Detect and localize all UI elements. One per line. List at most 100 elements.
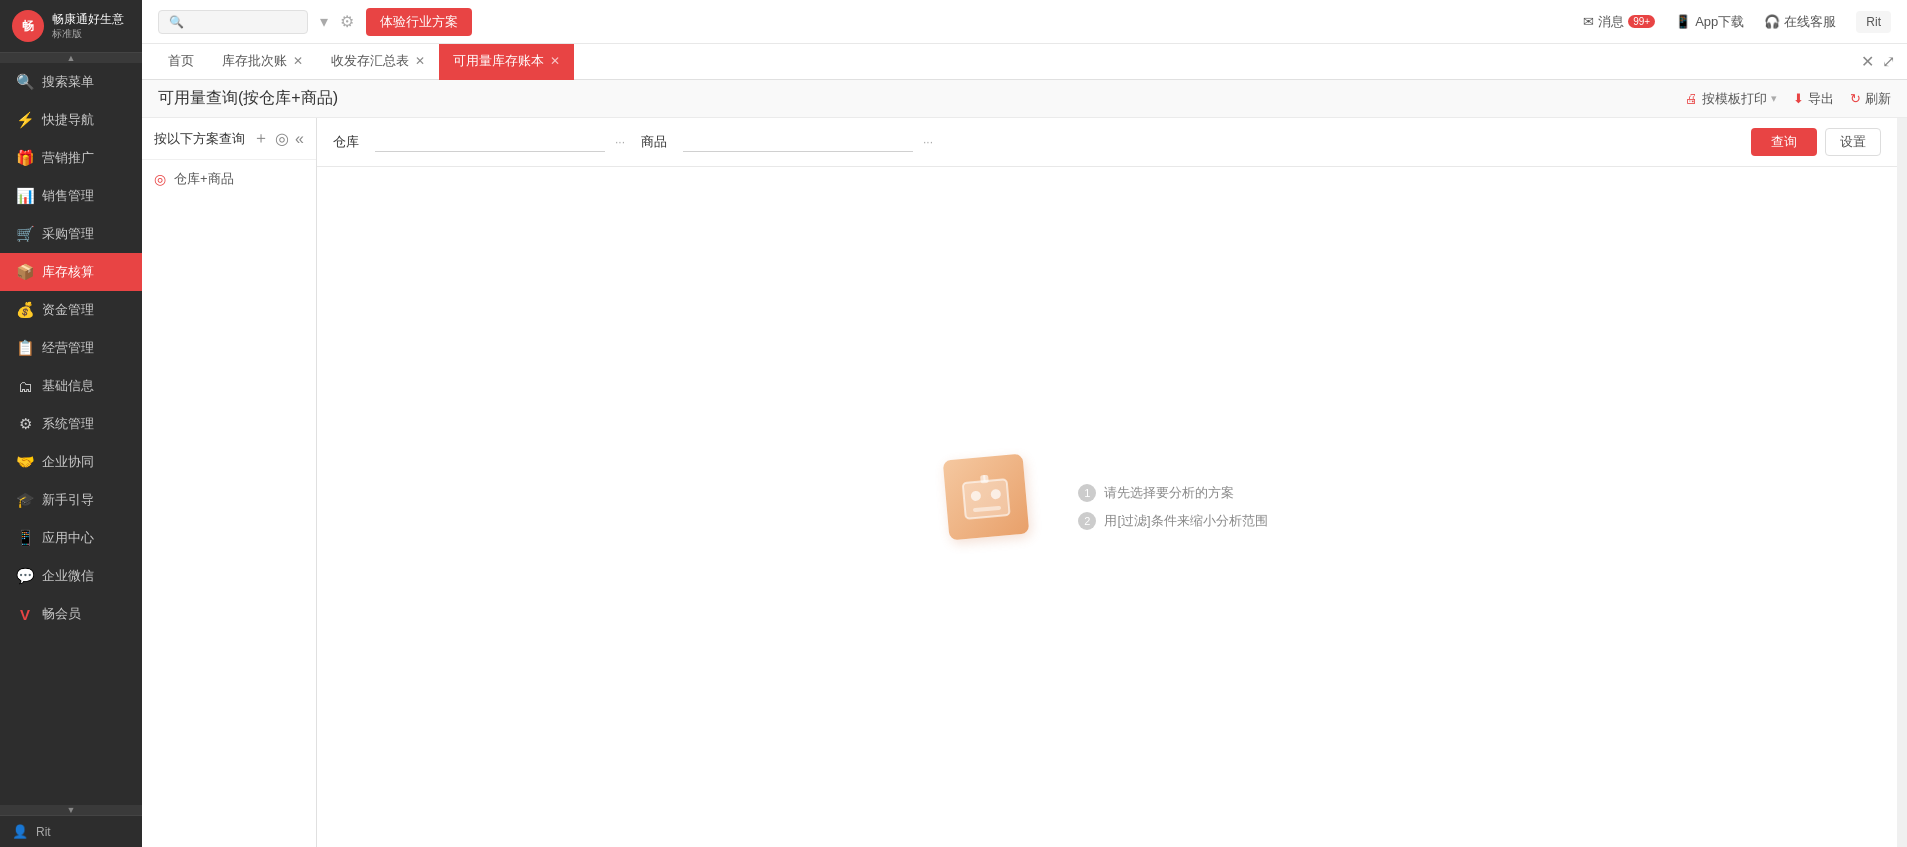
topbar: 🔍 ▾ ⚙ 体验行业方案 ✉ 消息 99+ 📱 App下载 🎧 在线客服 Rit bbox=[142, 0, 1907, 44]
scheme-panel: 按以下方案查询 ＋ ◎ « ◎ 仓库+商品 bbox=[142, 118, 317, 847]
tab-close-available[interactable]: ✕ bbox=[550, 54, 560, 68]
sidebar-item-operations[interactable]: 📋 经营管理 bbox=[0, 329, 142, 367]
topbar-right: ✉ 消息 99+ 📱 App下载 🎧 在线客服 Rit bbox=[1583, 11, 1891, 33]
svg-rect-0 bbox=[963, 479, 1010, 519]
empty-state: 1 请先选择要分析的方案 2 用[过滤]条件来缩小分析范围 bbox=[946, 457, 1267, 557]
sidebar-nav: 🔍 搜索菜单 ⚡ 快捷导航 🎁 营销推广 📊 销售管理 🛒 采购管理 📦 库存核… bbox=[0, 63, 142, 805]
tab-window-controls: ✕ ⤢ bbox=[1861, 52, 1895, 71]
tab-close-receive[interactable]: ✕ bbox=[415, 54, 425, 68]
scheme-collapse-icon[interactable]: « bbox=[295, 130, 304, 148]
sidebar-item-finance[interactable]: 💰 资金管理 bbox=[0, 291, 142, 329]
query-button[interactable]: 查询 bbox=[1751, 128, 1817, 156]
right-scrollbar[interactable] bbox=[1897, 118, 1907, 847]
finance-icon: 💰 bbox=[16, 301, 34, 319]
print-dropdown-icon[interactable]: ▾ bbox=[1771, 92, 1777, 105]
tab-close-window-icon[interactable]: ✕ bbox=[1861, 52, 1874, 71]
sidebar-scroll-down[interactable]: ▼ bbox=[0, 805, 142, 815]
content-area: 按以下方案查询 ＋ ◎ « ◎ 仓库+商品 仓库 ··· bbox=[142, 118, 1907, 847]
print-btn[interactable]: 🖨 按模板打印 ▾ bbox=[1685, 90, 1777, 108]
purchase-icon: 🛒 bbox=[16, 225, 34, 243]
tab-batch-account[interactable]: 库存批次账 ✕ bbox=[208, 44, 317, 80]
sidebar: 畅 畅康通好生意 标准版 ▲ 🔍 搜索菜单 ⚡ 快捷导航 🎁 营销推广 📊 销售… bbox=[0, 0, 142, 847]
sidebar-item-basic-info[interactable]: 🗂 基础信息 bbox=[0, 367, 142, 405]
industry-btn[interactable]: 体验行业方案 bbox=[366, 8, 472, 36]
wechat-icon: 💬 bbox=[16, 567, 34, 585]
sidebar-item-inventory[interactable]: 📦 库存核算 bbox=[0, 253, 142, 291]
member-icon: V bbox=[16, 606, 34, 623]
message-icon: ✉ bbox=[1583, 14, 1594, 29]
warehouse-more-btn[interactable]: ··· bbox=[615, 135, 625, 149]
sidebar-item-wechat[interactable]: 💬 企业微信 bbox=[0, 557, 142, 595]
scheme-add-icon[interactable]: ＋ bbox=[253, 128, 269, 149]
warehouse-input[interactable] bbox=[375, 132, 605, 152]
scheme-header-actions: ＋ ◎ « bbox=[253, 128, 304, 149]
print-icon: 🖨 bbox=[1685, 91, 1698, 106]
export-icon: ⬇ bbox=[1793, 91, 1804, 106]
tab-receive-summary[interactable]: 收发存汇总表 ✕ bbox=[317, 44, 439, 80]
page-title-bar: 可用量查询(按仓库+商品) 🖨 按模板打印 ▾ ⬇ 导出 ↻ 刷新 bbox=[142, 80, 1907, 118]
goods-more-btn[interactable]: ··· bbox=[923, 135, 933, 149]
message-btn[interactable]: ✉ 消息 99+ bbox=[1583, 13, 1655, 31]
sidebar-item-sales[interactable]: 📊 销售管理 bbox=[0, 177, 142, 215]
robot-svg bbox=[954, 464, 1019, 529]
inventory-icon: 📦 bbox=[16, 263, 34, 281]
online-service-btn[interactable]: 🎧 在线客服 bbox=[1764, 13, 1836, 31]
filter-actions: 查询 设置 bbox=[1751, 128, 1881, 156]
sidebar-item-system[interactable]: ⚙ 系统管理 bbox=[0, 405, 142, 443]
sidebar-item-enterprise[interactable]: 🤝 企业协同 bbox=[0, 443, 142, 481]
refresh-btn[interactable]: ↻ 刷新 bbox=[1850, 90, 1891, 108]
sidebar-item-guide[interactable]: 🎓 新手引导 bbox=[0, 481, 142, 519]
topbar-left: 🔍 ▾ ⚙ 体验行业方案 bbox=[158, 8, 472, 36]
filter-bar: 仓库 ··· 商品 ··· 查询 设置 bbox=[317, 118, 1897, 167]
operations-icon: 📋 bbox=[16, 339, 34, 357]
hint-item-1: 1 请先选择要分析的方案 bbox=[1078, 484, 1267, 502]
right-panel: 仓库 ··· 商品 ··· 查询 设置 bbox=[317, 118, 1897, 847]
svg-line-5 bbox=[984, 475, 985, 481]
goods-input[interactable] bbox=[683, 132, 913, 152]
empty-illustration bbox=[946, 457, 1046, 557]
sidebar-footer[interactable]: 👤 Rit bbox=[0, 815, 142, 847]
sidebar-item-quick-nav[interactable]: ⚡ 快捷导航 bbox=[0, 101, 142, 139]
scheme-item-warehouse-goods[interactable]: ◎ 仓库+商品 bbox=[142, 160, 316, 198]
sidebar-item-app-center[interactable]: 📱 应用中心 bbox=[0, 519, 142, 557]
tab-available-ledger[interactable]: 可用量库存账本 ✕ bbox=[439, 44, 574, 80]
sidebar-scroll-up[interactable]: ▲ bbox=[0, 53, 142, 63]
sidebar-logo: 畅 bbox=[12, 10, 44, 42]
empty-hints: 1 请先选择要分析的方案 2 用[过滤]条件来缩小分析范围 bbox=[1078, 484, 1267, 530]
page-actions: 🖨 按模板打印 ▾ ⬇ 导出 ↻ 刷新 bbox=[1685, 90, 1891, 108]
app-center-icon: 📱 bbox=[16, 529, 34, 547]
sidebar-item-search[interactable]: 🔍 搜索菜单 bbox=[0, 63, 142, 101]
sidebar-brand: 畅康通好生意 标准版 bbox=[52, 12, 124, 41]
sales-icon: 📊 bbox=[16, 187, 34, 205]
warehouse-goods-icon: ◎ bbox=[154, 171, 166, 187]
hint-num-2: 2 bbox=[1078, 512, 1096, 530]
settings-button[interactable]: 设置 bbox=[1825, 128, 1881, 156]
scheme-settings-icon[interactable]: ◎ bbox=[275, 129, 289, 148]
phone-icon: 📱 bbox=[1675, 14, 1691, 29]
marketing-icon: 🎁 bbox=[16, 149, 34, 167]
sidebar-item-marketing[interactable]: 🎁 营销推广 bbox=[0, 139, 142, 177]
sidebar-item-purchase[interactable]: 🛒 采购管理 bbox=[0, 215, 142, 253]
user-info[interactable]: Rit bbox=[1856, 11, 1891, 33]
app-download-btn[interactable]: 📱 App下载 bbox=[1675, 13, 1744, 31]
empty-box-icon bbox=[943, 454, 1030, 541]
tab-close-batch[interactable]: ✕ bbox=[293, 54, 303, 68]
topbar-search-box[interactable]: 🔍 bbox=[158, 10, 308, 34]
topbar-gear-icon[interactable]: ⚙ bbox=[340, 12, 354, 31]
page-title: 可用量查询(按仓库+商品) bbox=[158, 88, 338, 109]
warehouse-filter-label: 仓库 bbox=[333, 133, 359, 151]
goods-filter-label: 商品 bbox=[641, 133, 667, 151]
goods-input-group: ··· bbox=[683, 132, 933, 152]
enterprise-icon: 🤝 bbox=[16, 453, 34, 471]
basic-info-icon: 🗂 bbox=[16, 378, 34, 395]
sidebar-item-member[interactable]: V 畅会员 bbox=[0, 595, 142, 633]
system-icon: ⚙ bbox=[16, 415, 34, 433]
tabs-bar: 首页 库存批次账 ✕ 收发存汇总表 ✕ 可用量库存账本 ✕ ✕ ⤢ bbox=[142, 44, 1907, 80]
topbar-dropdown-icon[interactable]: ▾ bbox=[320, 12, 328, 31]
main-area: 🔍 ▾ ⚙ 体验行业方案 ✉ 消息 99+ 📱 App下载 🎧 在线客服 Rit bbox=[142, 0, 1907, 847]
tab-home[interactable]: 首页 bbox=[154, 44, 208, 80]
search-nav-icon: 🔍 bbox=[16, 73, 34, 91]
tab-expand-icon[interactable]: ⤢ bbox=[1882, 52, 1895, 71]
topbar-search-icon: 🔍 bbox=[169, 15, 184, 29]
export-btn[interactable]: ⬇ 导出 bbox=[1793, 90, 1834, 108]
